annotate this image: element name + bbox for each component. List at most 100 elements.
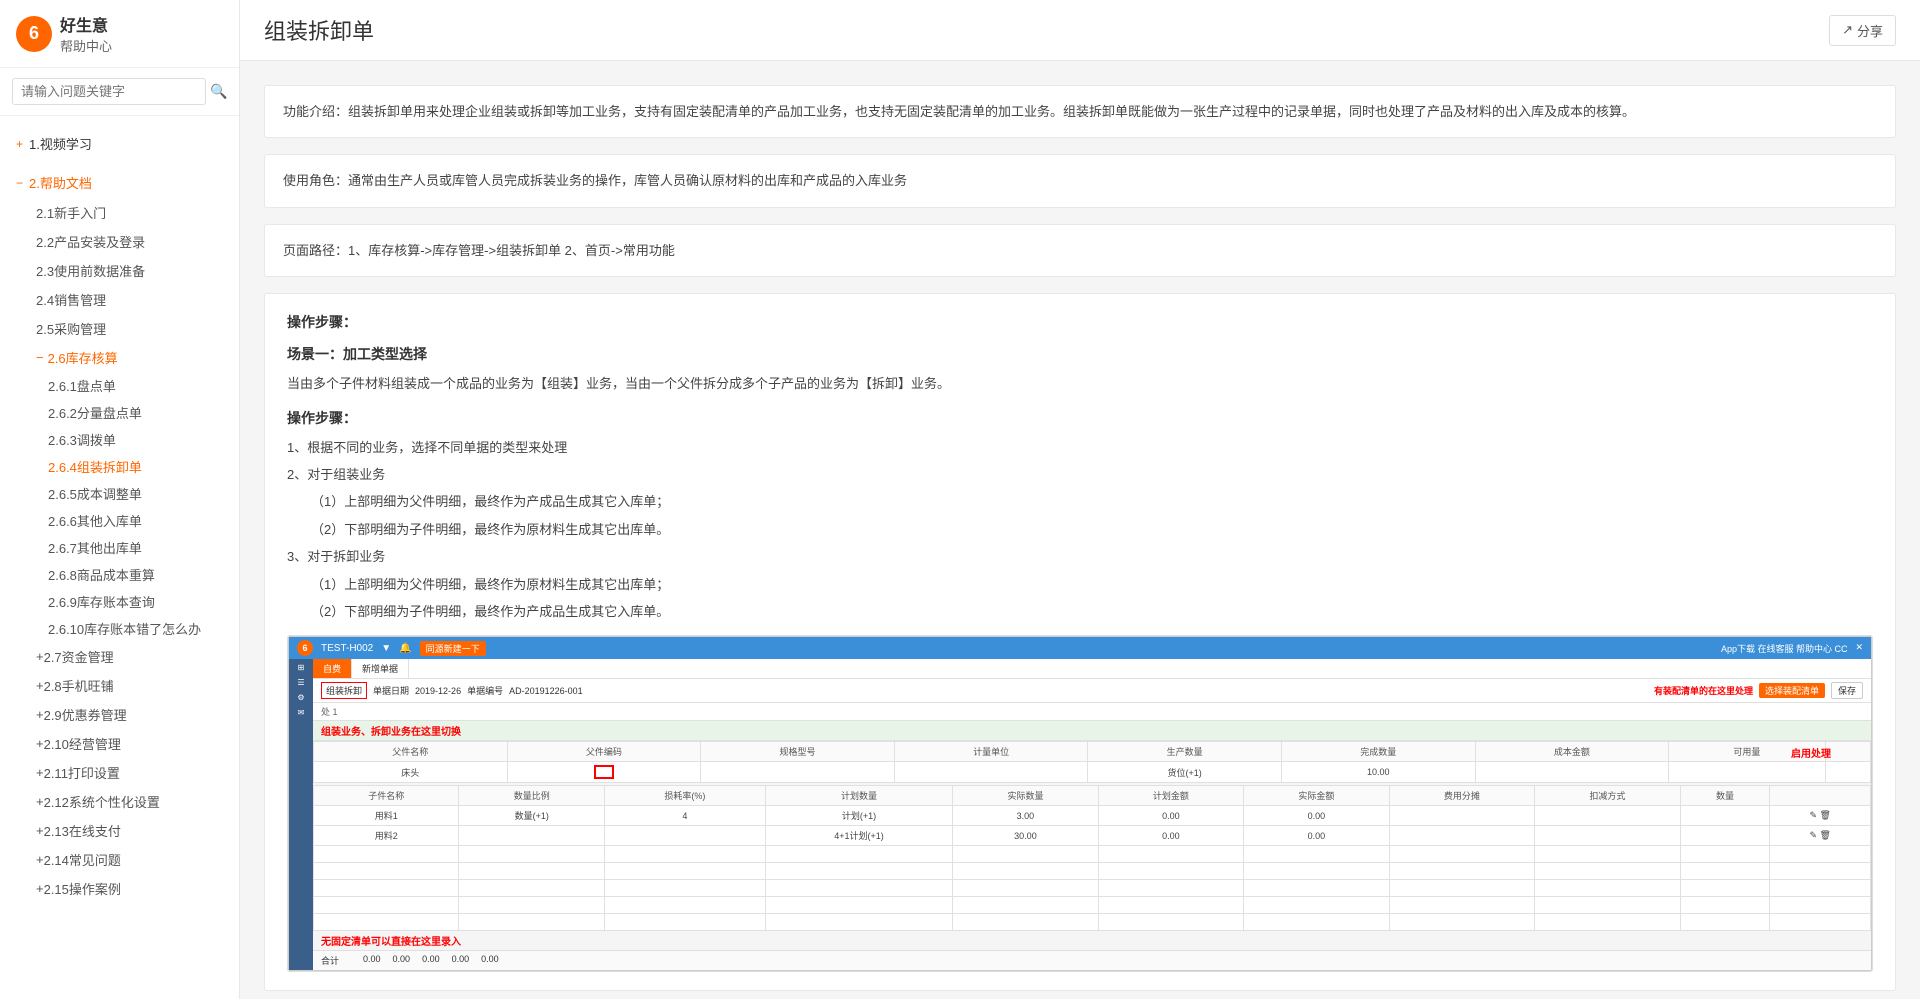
sidebar-item-inventory-query[interactable]: 2.6.9库存账本查询 bbox=[0, 588, 239, 615]
mock-content-area: 自费 新增单据 组装拆卸 单据日期 2019-12-26 单据编号 AD-201… bbox=[313, 659, 1871, 970]
mock-upper-cell-avail bbox=[1669, 762, 1826, 783]
mock-tab-new: 新增单据 bbox=[352, 659, 409, 678]
step-3: 3、对于拆卸业务 bbox=[287, 545, 1873, 568]
sidebar-item-faq[interactable]: + 2.14常见问题 bbox=[0, 845, 239, 874]
search-icon[interactable]: 🔍 bbox=[210, 83, 227, 100]
sidebar-item-sales[interactable]: 2.4销售管理 bbox=[0, 285, 239, 314]
sidebar-item-video[interactable]: + 1.视频学习 bbox=[0, 128, 239, 159]
mock-footer-total: 合计 bbox=[321, 954, 339, 967]
share-button[interactable]: ↗ 分享 bbox=[1829, 15, 1896, 46]
mock-lower-th-3: 计划数量 bbox=[765, 786, 952, 806]
mock-lower-th-6: 实际金额 bbox=[1244, 786, 1389, 806]
sidebar-item-cost-adjust[interactable]: 2.6.5成本调整单 bbox=[0, 480, 239, 507]
mock-num-label: 单据编号 bbox=[467, 684, 503, 697]
sidebar-item-print-label: 2.11打印设置 bbox=[44, 763, 120, 782]
sidebar-item-ops-label: 2.10经营管理 bbox=[44, 734, 121, 753]
mock-lower-row-2 bbox=[314, 846, 1871, 863]
nav-section-docs: − 2.帮助文档 2.1新手入门 2.2产品安装及登录 2.3使用前数据准备 2… bbox=[0, 163, 239, 907]
mobile-plus-icon: + bbox=[36, 678, 44, 693]
sidebar-item-cost-recalc[interactable]: 2.6.8商品成本重算 bbox=[0, 561, 239, 588]
share-icon: ↗ bbox=[1842, 22, 1853, 38]
sidebar-item-assembly[interactable]: 2.6.4组装拆卸单 bbox=[0, 453, 239, 480]
mock-upper-cell-plan: 货位(+1) bbox=[1088, 762, 1282, 783]
mock-upper-th-5: 完成数量 bbox=[1281, 742, 1475, 762]
mock-annotation-no-list: 无固定清单可以直接在这里录入 bbox=[321, 937, 461, 948]
sidebar-item-print[interactable]: + 2.11打印设置 bbox=[0, 758, 239, 787]
sidebar-item-inventory[interactable]: − 2.6库存核算 bbox=[0, 343, 239, 372]
sidebar-item-newbie[interactable]: 2.1新手入门 bbox=[0, 198, 239, 227]
operations-label: 操作步骤： bbox=[287, 408, 1873, 428]
mock-lower-th-1: 数量比例 bbox=[459, 786, 604, 806]
coupon-plus-icon: + bbox=[36, 707, 44, 722]
mock-footer: 合计 0.00 0.00 0.00 0.00 0.00 bbox=[313, 950, 1871, 970]
sidebar-item-inventory-error[interactable]: 2.6.10库存账本错了怎么办 bbox=[0, 615, 239, 642]
mock-lower-area: 子件名称 数量比例 损耗率(%) 计划数量 实际数量 计划金额 实际金额 费用分… bbox=[313, 785, 1871, 931]
mock-lower-row-4 bbox=[314, 880, 1871, 897]
sidebar-item-data-prep[interactable]: 2.3使用前数据准备 bbox=[0, 256, 239, 285]
mock-lower-th-4: 实际数量 bbox=[953, 786, 1098, 806]
mock-footer-v2: 0.00 bbox=[393, 954, 411, 967]
role-intro-text: 使用角色：通常由生产人员或库管人员完成拆装业务的操作，库管人员确认原材料的出库和… bbox=[283, 173, 907, 188]
sidebar-item-coupon-label: 2.9优惠券管理 bbox=[44, 705, 127, 724]
sidebar-item-transfer[interactable]: 2.6.3调拨单 bbox=[0, 426, 239, 453]
mock-upper-cell-action bbox=[1825, 762, 1870, 783]
scene1-desc: 当由多个子件材料组装成一个成品的业务为【组装】业务，当由一个父件拆分成多个子产品… bbox=[287, 372, 1873, 395]
mock-lower-r0-c10: ✎ 🗑 bbox=[1770, 806, 1871, 826]
sidebar-item-online-pay[interactable]: + 2.13在线支付 bbox=[0, 816, 239, 845]
mock-lower-row-1: 用料2 4+1计划(+1) 30.00 0.00 0.00 bbox=[314, 826, 1871, 846]
sidebar-header: 6 好生意 帮助中心 bbox=[0, 0, 239, 68]
sidebar-item-other-out[interactable]: 2.6.7其他出库单 bbox=[0, 534, 239, 561]
main-area: 组装拆卸单 ↗ 分享 功能介绍：组装拆卸单用来处理企业组装或拆卸等加工业务，支持… bbox=[240, 0, 1920, 999]
sidebar-item-partial-stocktake[interactable]: 2.6.2分量盘点单 bbox=[0, 399, 239, 426]
sidebar-item-docs[interactable]: − 2.帮助文档 bbox=[0, 167, 239, 198]
mock-lower-th-0: 子件名称 bbox=[314, 786, 459, 806]
mock-dropdown-icon: ▼ bbox=[381, 643, 391, 654]
mock-upper-cell-name: 床头 bbox=[314, 762, 508, 783]
sidebar-item-finance[interactable]: + 2.7资金管理 bbox=[0, 642, 239, 671]
sidebar-item-video-label: 1.视频学习 bbox=[29, 134, 92, 153]
mock-annotation-no-list-row: 无固定清单可以直接在这里录入 bbox=[313, 931, 1871, 950]
sidebar-item-other-in[interactable]: 2.6.6其他入库单 bbox=[0, 507, 239, 534]
sidebar-item-purchase[interactable]: 2.5采购管理 bbox=[0, 314, 239, 343]
sidebar-item-install[interactable]: 2.2产品安装及登录 bbox=[0, 227, 239, 256]
case-plus-icon: + bbox=[36, 881, 44, 896]
search-input[interactable] bbox=[12, 78, 206, 105]
mock-annotation-row: 组装业务、拆卸业务在这里切换 bbox=[313, 721, 1871, 741]
finance-plus-icon: + bbox=[36, 649, 44, 664]
step-2: 2、对于组装业务 bbox=[287, 463, 1873, 486]
mock-annotation-right: 有装配清单的在这里处理 bbox=[1654, 684, 1753, 697]
mock-upper-th-6: 成本金额 bbox=[1475, 742, 1669, 762]
sidebar-item-case[interactable]: + 2.15操作案例 bbox=[0, 874, 239, 903]
mock-upper-cell-unit bbox=[894, 762, 1088, 783]
sidebar-item-ops[interactable]: + 2.10经营管理 bbox=[0, 729, 239, 758]
mock-lower-r0-c5: 0.00 bbox=[1098, 806, 1243, 826]
mock-lower-row-5 bbox=[314, 897, 1871, 914]
sidebar-item-mobile[interactable]: + 2.8手机旺铺 bbox=[0, 671, 239, 700]
mock-logo: 6 bbox=[297, 640, 313, 656]
nav-section-video: + 1.视频学习 bbox=[0, 124, 239, 163]
mock-lower-r1-c6: 0.00 bbox=[1244, 826, 1389, 846]
minus-icon: − bbox=[16, 176, 23, 190]
mock-form-toolbar: 组装拆卸 单据日期 2019-12-26 单据编号 AD-20191226-00… bbox=[313, 679, 1871, 703]
mock-select-list-btn: 选择装配清单 bbox=[1759, 683, 1825, 698]
mock-close-icon: ✕ bbox=[1855, 642, 1863, 655]
mock-footer-v5: 0.00 bbox=[481, 954, 499, 967]
mock-date-value: 2019-12-26 bbox=[415, 686, 461, 696]
sidebar-item-online-pay-label: 2.13在线支付 bbox=[44, 821, 121, 840]
share-label: 分享 bbox=[1857, 21, 1883, 40]
mock-lower-r1-c8 bbox=[1535, 826, 1680, 846]
mock-app: 6 TEST-H002 ▼ 🔔 同源新建一下 App下载 在线客服 帮助中心 C… bbox=[288, 636, 1872, 971]
sidebar-item-faq-label: 2.14常见问题 bbox=[44, 850, 121, 869]
step-1: 1、根据不同的业务，选择不同单据的类型来处理 bbox=[287, 436, 1873, 459]
system-plus-icon: + bbox=[36, 794, 44, 809]
sidebar-item-system-label: 2.12系统个性化设置 bbox=[44, 792, 160, 811]
sidebar-item-system[interactable]: + 2.12系统个性化设置 bbox=[0, 787, 239, 816]
mock-lower-r0-c6: 0.00 bbox=[1244, 806, 1389, 826]
mock-lower-r0-c1: 数量(+1) bbox=[459, 806, 604, 826]
mock-lower-r1-c0: 用料2 bbox=[314, 826, 459, 846]
sidebar-item-stocktake[interactable]: 2.6.1盘点单 bbox=[0, 372, 239, 399]
mock-layout: ⊞ ☰ ⚙ ✉ 自费 新增单据 bbox=[289, 659, 1871, 970]
main-content: 功能介绍：组装拆卸单用来处理企业组装或拆卸等加工业务，支持有固定装配清单的产品加… bbox=[240, 61, 1920, 999]
mock-nav-links: App下载 在线客服 帮助中心 CC bbox=[1721, 642, 1848, 655]
sidebar-item-coupon[interactable]: + 2.9优惠券管理 bbox=[0, 700, 239, 729]
